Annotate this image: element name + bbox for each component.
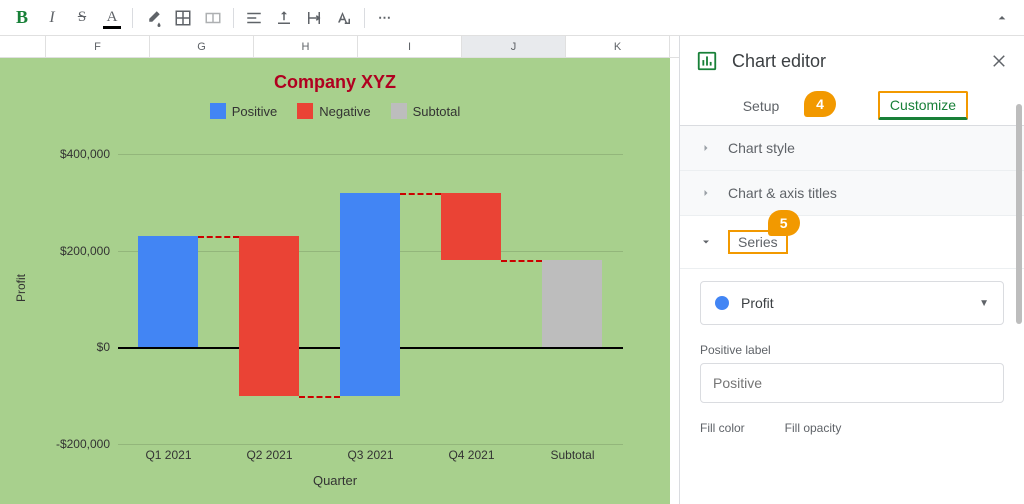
editor-title: Chart editor (732, 51, 976, 72)
bar-negative (441, 193, 501, 261)
more-tools-button[interactable]: ⋯ (371, 4, 399, 32)
series-color-dot (715, 296, 729, 310)
italic-button[interactable]: I (38, 4, 66, 32)
positive-label-label: Positive label (700, 343, 1004, 357)
fill-color-label: Fill color (700, 421, 745, 435)
column-header[interactable]: G (150, 36, 254, 57)
bar-positive (340, 193, 400, 396)
xtick: Q2 2021 (219, 448, 320, 462)
ytick: -$200,000 (56, 437, 110, 451)
ytick: $0 (97, 340, 110, 354)
bar-negative (239, 236, 299, 396)
chevron-right-icon (700, 187, 712, 199)
embedded-chart[interactable]: Company XYZ Positive Negative Subtotal P… (0, 58, 670, 504)
column-header[interactable]: I (358, 36, 462, 57)
chart-editor-icon (696, 50, 718, 72)
xtick: Q3 2021 (320, 448, 421, 462)
legend-positive: Positive (232, 104, 278, 119)
y-axis-label: Profit (14, 274, 28, 302)
dropdown-triangle-icon: ▼ (979, 298, 989, 309)
text-rotation-button[interactable] (330, 4, 358, 32)
bar-positive (138, 236, 198, 347)
series-selected-value: Profit (741, 295, 967, 311)
column-header[interactable]: F (46, 36, 150, 57)
legend-subtotal: Subtotal (413, 104, 461, 119)
series-body: Profit ▼ Positive label Fill color Fill … (680, 269, 1024, 445)
annotation-callout-5: 5 (768, 210, 800, 236)
spreadsheet-area: F G H I J K Company XYZ Positive Negativ… (0, 36, 679, 504)
xtick: Q1 2021 (118, 448, 219, 462)
annotation-callout-4: 4 (804, 91, 836, 117)
ytick: $400,000 (60, 147, 110, 161)
merge-cells-button[interactable] (199, 4, 227, 32)
formatting-toolbar: B I S A ⋯ (0, 0, 1024, 36)
bar-subtotal (542, 260, 602, 347)
vertical-align-button[interactable] (270, 4, 298, 32)
column-header[interactable]: K (566, 36, 670, 57)
x-axis-label: Quarter (0, 473, 670, 488)
xtick: Subtotal (522, 448, 623, 462)
text-wrap-button[interactable] (300, 4, 328, 32)
tab-customize[interactable]: 4 Customize (842, 86, 1004, 125)
legend-negative: Negative (319, 104, 370, 119)
bold-button[interactable]: B (8, 4, 36, 32)
borders-button[interactable] (169, 4, 197, 32)
collapse-toolbar-button[interactable] (988, 4, 1016, 32)
column-header[interactable]: J (462, 36, 566, 57)
chart-plot-area: $400,000 $200,000 $0 -$200,000 (118, 154, 623, 444)
positive-label-input[interactable] (700, 363, 1004, 403)
chart-title: Company XYZ (0, 58, 670, 93)
chart-legend: Positive Negative Subtotal (0, 103, 670, 119)
series-select-dropdown[interactable]: Profit ▼ (700, 281, 1004, 325)
ytick: $200,000 (60, 244, 110, 258)
section-chart-axis-titles[interactable]: Chart & axis titles (680, 171, 1024, 216)
xtick: Q4 2021 (421, 448, 522, 462)
column-headers: F G H I J K (0, 36, 679, 58)
strikethrough-button[interactable]: S (68, 4, 96, 32)
fill-opacity-label: Fill opacity (785, 421, 842, 435)
chart-editor-panel: Chart editor Setup 4 Customize Chart sty… (679, 36, 1024, 504)
chevron-down-icon (700, 236, 712, 248)
text-color-button[interactable]: A (98, 4, 126, 32)
editor-scrollbar[interactable] (1016, 104, 1022, 494)
close-button[interactable] (990, 52, 1008, 70)
horizontal-align-button[interactable] (240, 4, 268, 32)
column-header[interactable]: H (254, 36, 358, 57)
section-chart-style[interactable]: Chart style (680, 126, 1024, 171)
chevron-right-icon (700, 142, 712, 154)
fill-color-button[interactable] (139, 4, 167, 32)
section-series[interactable]: Series 5 (680, 216, 1024, 269)
